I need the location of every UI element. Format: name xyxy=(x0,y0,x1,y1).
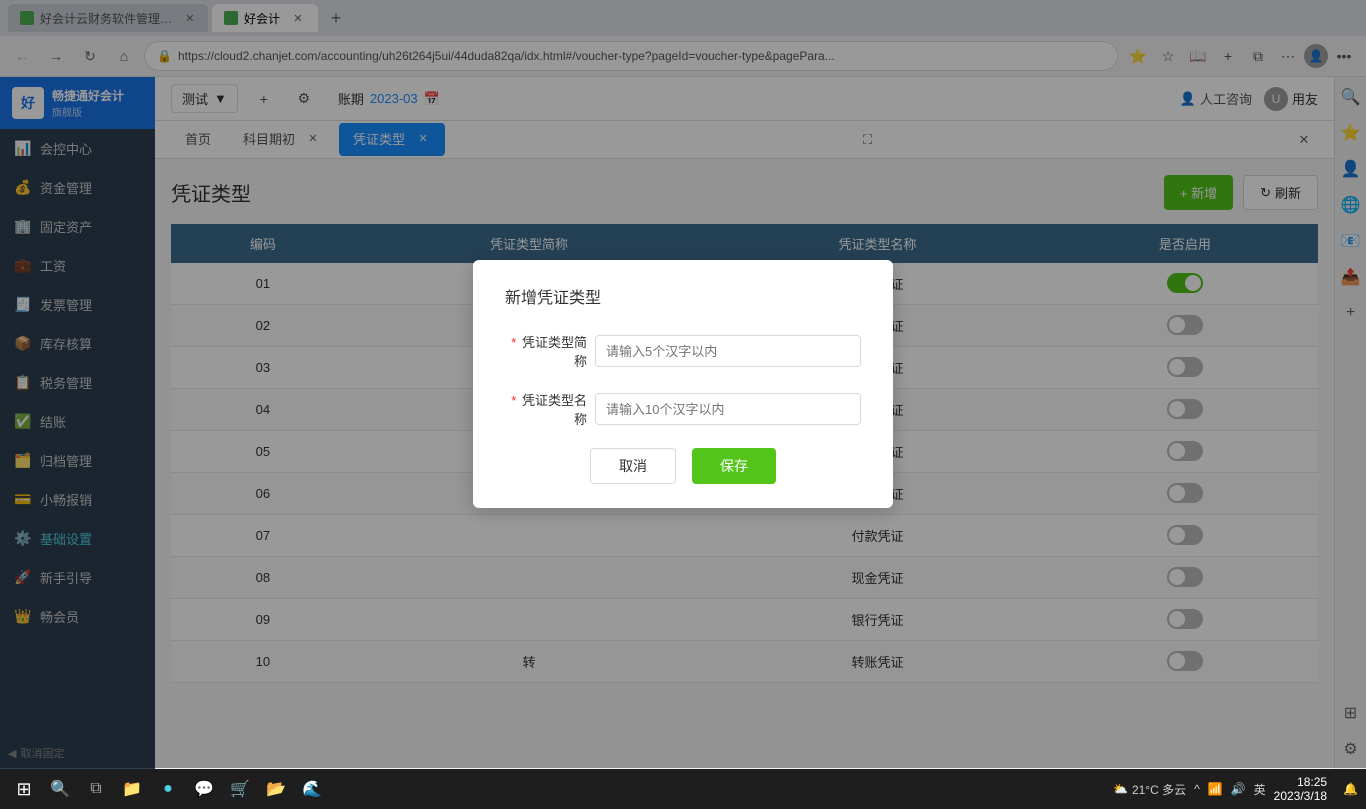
volume-icon: 🔊 xyxy=(1231,782,1246,796)
name-required-mark: * xyxy=(511,393,516,408)
edge-taskbar-button[interactable]: 🌊 xyxy=(296,773,328,805)
weather-info: ⛅ 21°C 多云 xyxy=(1113,781,1186,798)
short-label-text: 凭证类型简称 xyxy=(522,335,587,369)
files-taskbar-button[interactable]: 📂 xyxy=(260,773,292,805)
language-indicator: 英 xyxy=(1254,781,1266,798)
form-row-name: * 凭证类型名称 xyxy=(505,390,861,428)
modal-overlay: 新增凭证类型 * 凭证类型简称 * 凭证类型名称 取消 保存 xyxy=(0,0,1366,768)
short-input[interactable] xyxy=(595,335,861,367)
modal-footer: 取消 保存 xyxy=(505,448,861,484)
store-taskbar-button[interactable]: 🛒 xyxy=(224,773,256,805)
expand-tray-icon[interactable]: ^ xyxy=(1194,782,1200,796)
clock-time: 18:25 xyxy=(1274,775,1327,789)
form-row-short: * 凭证类型简称 xyxy=(505,332,861,370)
save-button[interactable]: 保存 xyxy=(692,448,776,484)
name-label-text: 凭证类型名称 xyxy=(522,393,587,427)
start-button[interactable]: ⊞ xyxy=(8,773,40,805)
chrome-taskbar-button[interactable]: ● xyxy=(152,773,184,805)
explorer-button[interactable]: 📁 xyxy=(116,773,148,805)
name-label: * 凭证类型名称 xyxy=(505,390,595,428)
taskbar-clock[interactable]: 18:25 2023/3/18 xyxy=(1274,775,1335,803)
network-icon: 📶 xyxy=(1208,782,1223,796)
wechat-taskbar-button[interactable]: 💬 xyxy=(188,773,220,805)
search-taskbar-button[interactable]: 🔍 xyxy=(44,773,76,805)
notification-icon[interactable]: 🔔 xyxy=(1343,782,1358,796)
modal-title: 新增凭证类型 xyxy=(505,284,861,308)
task-view-button[interactable]: ⧉ xyxy=(80,773,112,805)
short-label: * 凭证类型简称 xyxy=(505,332,595,370)
short-required-mark: * xyxy=(511,335,516,350)
weather-icon: ⛅ xyxy=(1113,782,1128,796)
weather-text: 21°C 多云 xyxy=(1132,781,1186,798)
taskbar-system: ⛅ 21°C 多云 ^ 📶 🔊 英 18:25 2023/3/18 🔔 xyxy=(1113,775,1358,803)
name-input[interactable] xyxy=(595,393,861,425)
cancel-button[interactable]: 取消 xyxy=(590,448,676,484)
modal-dialog: 新增凭证类型 * 凭证类型简称 * 凭证类型名称 取消 保存 xyxy=(473,260,893,508)
taskbar: ⊞ 🔍 ⧉ 📁 ● 💬 🛒 📂 🌊 ⛅ 21°C 多云 ^ 📶 🔊 英 18:2… xyxy=(0,769,1366,809)
clock-date: 2023/3/18 xyxy=(1274,789,1327,803)
